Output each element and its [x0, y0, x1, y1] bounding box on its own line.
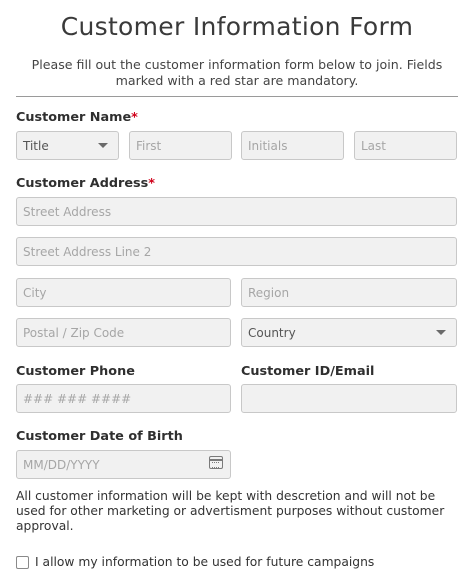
customer-phone-label: Customer Phone — [16, 364, 135, 379]
dob-input[interactable] — [16, 450, 231, 479]
form-subtitle: Please fill out the customer information… — [31, 57, 443, 88]
consent-checkbox[interactable] — [16, 555, 29, 569]
region-input[interactable] — [241, 278, 457, 307]
privacy-note: All customer information will be kept wi… — [16, 489, 445, 533]
customer-dob-label: Customer Date of Birth — [16, 429, 183, 444]
first-name-input[interactable] — [129, 131, 232, 160]
customer-name-label: Customer Name* — [16, 110, 138, 125]
required-star: * — [148, 176, 155, 191]
consent-label: I allow my information to be used for fu… — [35, 555, 375, 569]
calendar-icon[interactable] — [209, 456, 223, 469]
street-address-input[interactable] — [16, 197, 457, 226]
country-select-value: Country — [248, 325, 296, 340]
country-select[interactable]: Country — [241, 318, 457, 347]
divider — [16, 96, 458, 97]
consent-row[interactable]: I allow my information to be used for fu… — [16, 555, 374, 569]
customer-name-label-text: Customer Name — [16, 110, 132, 125]
form-title: Customer Information Form — [60, 12, 414, 41]
chevron-down-icon — [98, 143, 108, 148]
customer-address-label-text: Customer Address — [16, 176, 149, 191]
phone-input[interactable] — [16, 384, 231, 413]
required-star: * — [131, 110, 138, 125]
last-name-input[interactable] — [354, 131, 457, 160]
initials-input[interactable] — [241, 131, 344, 160]
title-select[interactable]: Title — [16, 131, 119, 160]
id-email-input[interactable] — [241, 384, 457, 413]
chevron-down-icon — [436, 330, 446, 335]
street-address-line2-input[interactable] — [16, 237, 457, 266]
title-select-value: Title — [23, 138, 49, 153]
dob-field — [16, 450, 231, 479]
customer-id-email-label: Customer ID/Email — [241, 364, 375, 379]
customer-address-label: Customer Address* — [16, 176, 155, 191]
postal-code-input[interactable] — [16, 318, 231, 347]
city-input[interactable] — [16, 278, 231, 307]
